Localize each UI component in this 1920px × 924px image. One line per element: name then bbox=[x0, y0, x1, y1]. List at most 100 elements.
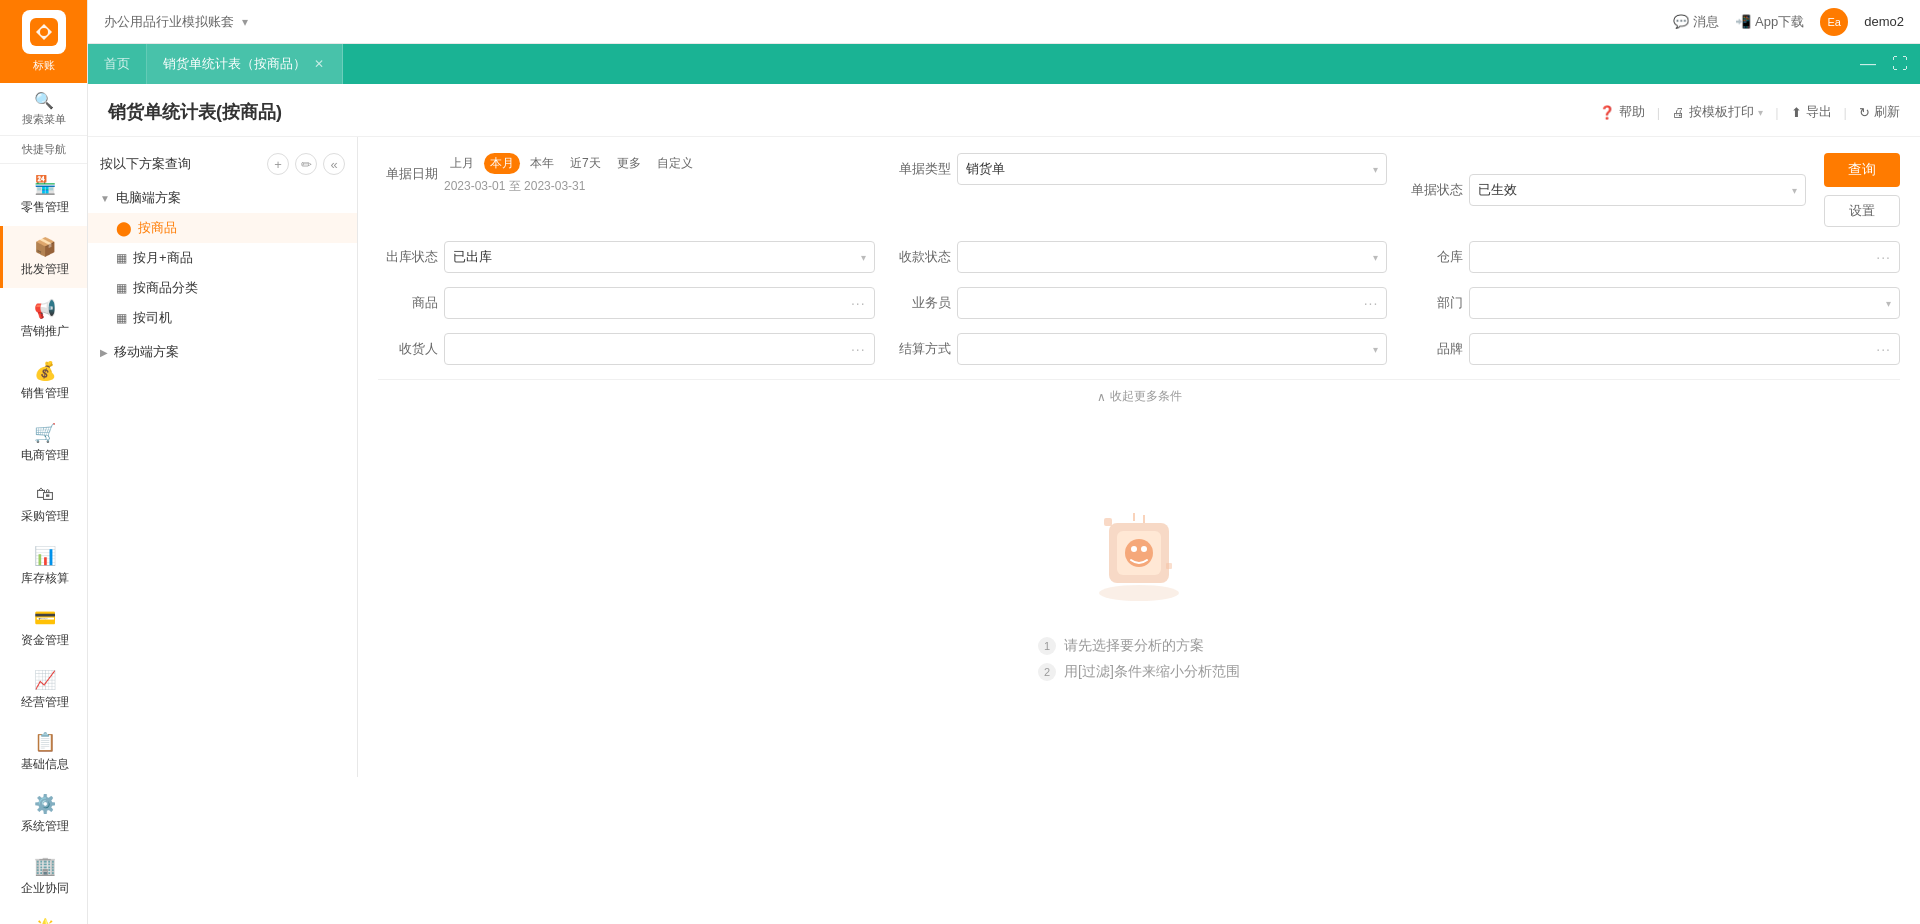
purchase-icon: 🛍 bbox=[36, 484, 54, 505]
scheme-by-month-product[interactable]: ▦ 按月+商品 bbox=[88, 243, 357, 273]
doctype-arrow-icon: ▾ bbox=[1373, 164, 1378, 175]
pc-section: ▼ 电脑端方案 ⬤ 按商品 ▦ 按月+商品 ▦ bbox=[88, 183, 357, 333]
cashier-label: 按司机 bbox=[133, 309, 172, 327]
page-title: 销货单统计表(按商品) bbox=[108, 100, 282, 124]
search-menu-item[interactable]: 🔍 搜索菜单 bbox=[0, 83, 87, 136]
divider3: | bbox=[1844, 105, 1847, 120]
page-actions: ❓ 帮助 | 🖨 按模板打印 ▾ | ⬆ 导出 | bbox=[1599, 103, 1900, 121]
brand-input[interactable]: ··· bbox=[1469, 333, 1900, 365]
goods-filter-cell: 商品 ··· bbox=[378, 287, 875, 319]
quick-nav-item[interactable]: 快捷导航 bbox=[0, 136, 87, 164]
user-avatar[interactable]: Ea bbox=[1820, 8, 1848, 36]
date-label: 单据日期 bbox=[378, 165, 438, 183]
dept-input[interactable]: ▾ bbox=[1469, 287, 1900, 319]
payment-status-input[interactable]: ▾ bbox=[957, 241, 1388, 273]
refresh-btn[interactable]: ↻ 刷新 bbox=[1859, 103, 1900, 121]
page-header: 销货单统计表(按商品) ❓ 帮助 | 🖨 按模板打印 ▾ | ⬆ bbox=[88, 84, 1920, 137]
outstock-input[interactable]: 已出库 ▾ bbox=[444, 241, 875, 273]
date-tab-7days[interactable]: 近7天 bbox=[564, 153, 607, 174]
sidebar-item-purchase[interactable]: 🛍 采购管理 bbox=[0, 474, 87, 535]
tab-report[interactable]: 销货单统计表（按商品） ✕ bbox=[147, 44, 343, 84]
mobile-section-title: 移动端方案 bbox=[114, 343, 179, 361]
message-btn[interactable]: 💬 消息 bbox=[1673, 13, 1719, 31]
date-tab-last-month[interactable]: 上月 bbox=[444, 153, 480, 174]
export-btn[interactable]: ⬆ 导出 bbox=[1791, 103, 1832, 121]
home-tab-label: 首页 bbox=[104, 55, 130, 73]
payment-method-input[interactable]: ▾ bbox=[957, 333, 1388, 365]
section-arrow-down: ▼ bbox=[100, 193, 110, 204]
salesperson-input[interactable]: ··· bbox=[957, 287, 1388, 319]
ecommerce-icon: 🛒 bbox=[34, 422, 56, 444]
mobile-section-header[interactable]: ▶ 移动端方案 bbox=[88, 337, 357, 367]
date-filter-cell: 单据日期 上月 本月 本年 近7天 更多 自定义 20 bbox=[378, 153, 875, 195]
template-print-btn[interactable]: 🖨 按模板打印 ▾ bbox=[1672, 103, 1763, 121]
help-btn[interactable]: ❓ 帮助 bbox=[1599, 103, 1645, 121]
sidebar-item-system[interactable]: ⚙️ 系统管理 bbox=[0, 783, 87, 845]
goods-label: 商品 bbox=[378, 294, 438, 312]
sidebar-item-sales[interactable]: 💰 销售管理 bbox=[0, 350, 87, 412]
dept-label: 部门 bbox=[1403, 294, 1463, 312]
date-tab-this-year[interactable]: 本年 bbox=[524, 153, 560, 174]
industry-dropdown-arrow[interactable]: ▾ bbox=[242, 15, 248, 29]
filter-right-panel: 单据日期 上月 本月 本年 近7天 更多 自定义 20 bbox=[358, 137, 1920, 777]
sidebar-item-operations[interactable]: 📈 经营管理 bbox=[0, 659, 87, 721]
payment-status-cell: 收款状态 ▾ bbox=[891, 241, 1388, 273]
docstatus-input[interactable]: 已生效 ▾ bbox=[1469, 174, 1806, 206]
date-tab-custom[interactable]: 自定义 bbox=[651, 153, 699, 174]
storage-input[interactable]: ··· bbox=[1469, 241, 1900, 273]
receiver-input[interactable]: ··· bbox=[444, 333, 875, 365]
outstock-value: 已出库 bbox=[453, 248, 492, 266]
topbar: 办公用品行业模拟账套 ▾ 💬 消息 📲 App下载 Ea demo2 bbox=[88, 0, 1920, 44]
date-range-display: 2023-03-01 至 2023-03-31 bbox=[444, 178, 875, 195]
filter-row-2: 出库状态 已出库 ▾ 收款状态 ▾ bbox=[378, 241, 1900, 273]
settings-btn[interactable]: 设置 bbox=[1824, 195, 1900, 227]
sidebar-item-finance[interactable]: 💳 资金管理 bbox=[0, 597, 87, 659]
date-tab-more[interactable]: 更多 bbox=[611, 153, 647, 174]
doctype-filter-cell: 单据类型 销货单 ▾ bbox=[891, 153, 1388, 185]
main-area: 办公用品行业模拟账套 ▾ 💬 消息 📲 App下载 Ea demo2 首页 销货… bbox=[88, 0, 1920, 924]
tab-home[interactable]: 首页 bbox=[88, 44, 147, 84]
sidebar-item-wholesale[interactable]: 📦 批发管理 bbox=[0, 226, 87, 288]
pc-section-header[interactable]: ▼ 电脑端方案 bbox=[88, 183, 357, 213]
add-scheme-btn[interactable]: + bbox=[267, 153, 289, 175]
user-name[interactable]: demo2 bbox=[1864, 14, 1904, 29]
app-download-btn[interactable]: 📲 App下载 bbox=[1735, 13, 1804, 31]
scheme-by-category[interactable]: ▦ 按商品分类 bbox=[88, 273, 357, 303]
tab-close-btn[interactable]: ✕ bbox=[312, 55, 326, 73]
empty-hint-1: 1 请先选择要分析的方案 bbox=[1038, 637, 1240, 655]
collapse-panel-btn[interactable]: « bbox=[323, 153, 345, 175]
system-icon: ⚙️ bbox=[34, 793, 56, 815]
filter-layout: 按以下方案查询 + ✏ « ▼ 电脑端方案 bbox=[88, 137, 1920, 777]
sidebar-item-basics[interactable]: 📋 基础信息 bbox=[0, 721, 87, 783]
sidebar-item-ecommerce[interactable]: 🛒 电商管理 bbox=[0, 412, 87, 474]
edit-scheme-btn[interactable]: ✏ bbox=[295, 153, 317, 175]
app-logo[interactable]: 标账 bbox=[0, 0, 87, 83]
svg-rect-8 bbox=[1104, 518, 1112, 526]
sidebar-item-marketing[interactable]: 📢 营销推广 bbox=[0, 288, 87, 350]
query-btn[interactable]: 查询 bbox=[1824, 153, 1900, 187]
tabbar-actions: — ⛶ bbox=[1848, 44, 1920, 84]
date-tab-this-month[interactable]: 本月 bbox=[484, 153, 520, 174]
payment-status-arrow: ▾ bbox=[1373, 252, 1378, 263]
storage-label: 仓库 bbox=[1403, 248, 1463, 266]
payment-method-label: 结算方式 bbox=[891, 340, 951, 358]
finance-icon: 💳 bbox=[34, 607, 56, 629]
scheme-by-cashier[interactable]: ▦ 按司机 bbox=[88, 303, 357, 333]
operations-icon: 📈 bbox=[34, 669, 56, 691]
tab-minimize-btn[interactable]: — bbox=[1856, 51, 1880, 77]
export-icon: ⬆ bbox=[1791, 105, 1802, 120]
doctype-input[interactable]: 销货单 ▾ bbox=[957, 153, 1388, 185]
sidebar-item-enterprise[interactable]: 🏢 企业协同 bbox=[0, 845, 87, 907]
salesperson-dots: ··· bbox=[1364, 295, 1379, 311]
sidebar-item-newbie[interactable]: 🌟 新手引导 bbox=[0, 907, 87, 924]
storage-filter-cell: 仓库 ··· bbox=[1403, 241, 1900, 273]
filter-collapse-btn[interactable]: ∧ 收起更多条件 bbox=[378, 379, 1900, 413]
tab-maximize-btn[interactable]: ⛶ bbox=[1888, 51, 1912, 77]
scheme-by-product[interactable]: ⬤ 按商品 bbox=[88, 213, 357, 243]
goods-input[interactable]: ··· bbox=[444, 287, 875, 319]
sidebar-item-retail[interactable]: 🏪 零售管理 bbox=[0, 164, 87, 226]
filter-row-4: 收货人 ··· 结算方式 ▾ bbox=[378, 333, 1900, 365]
logo-icon bbox=[22, 10, 66, 54]
docstatus-value: 已生效 bbox=[1478, 181, 1517, 199]
sidebar-item-inventory[interactable]: 📊 库存核算 bbox=[0, 535, 87, 597]
